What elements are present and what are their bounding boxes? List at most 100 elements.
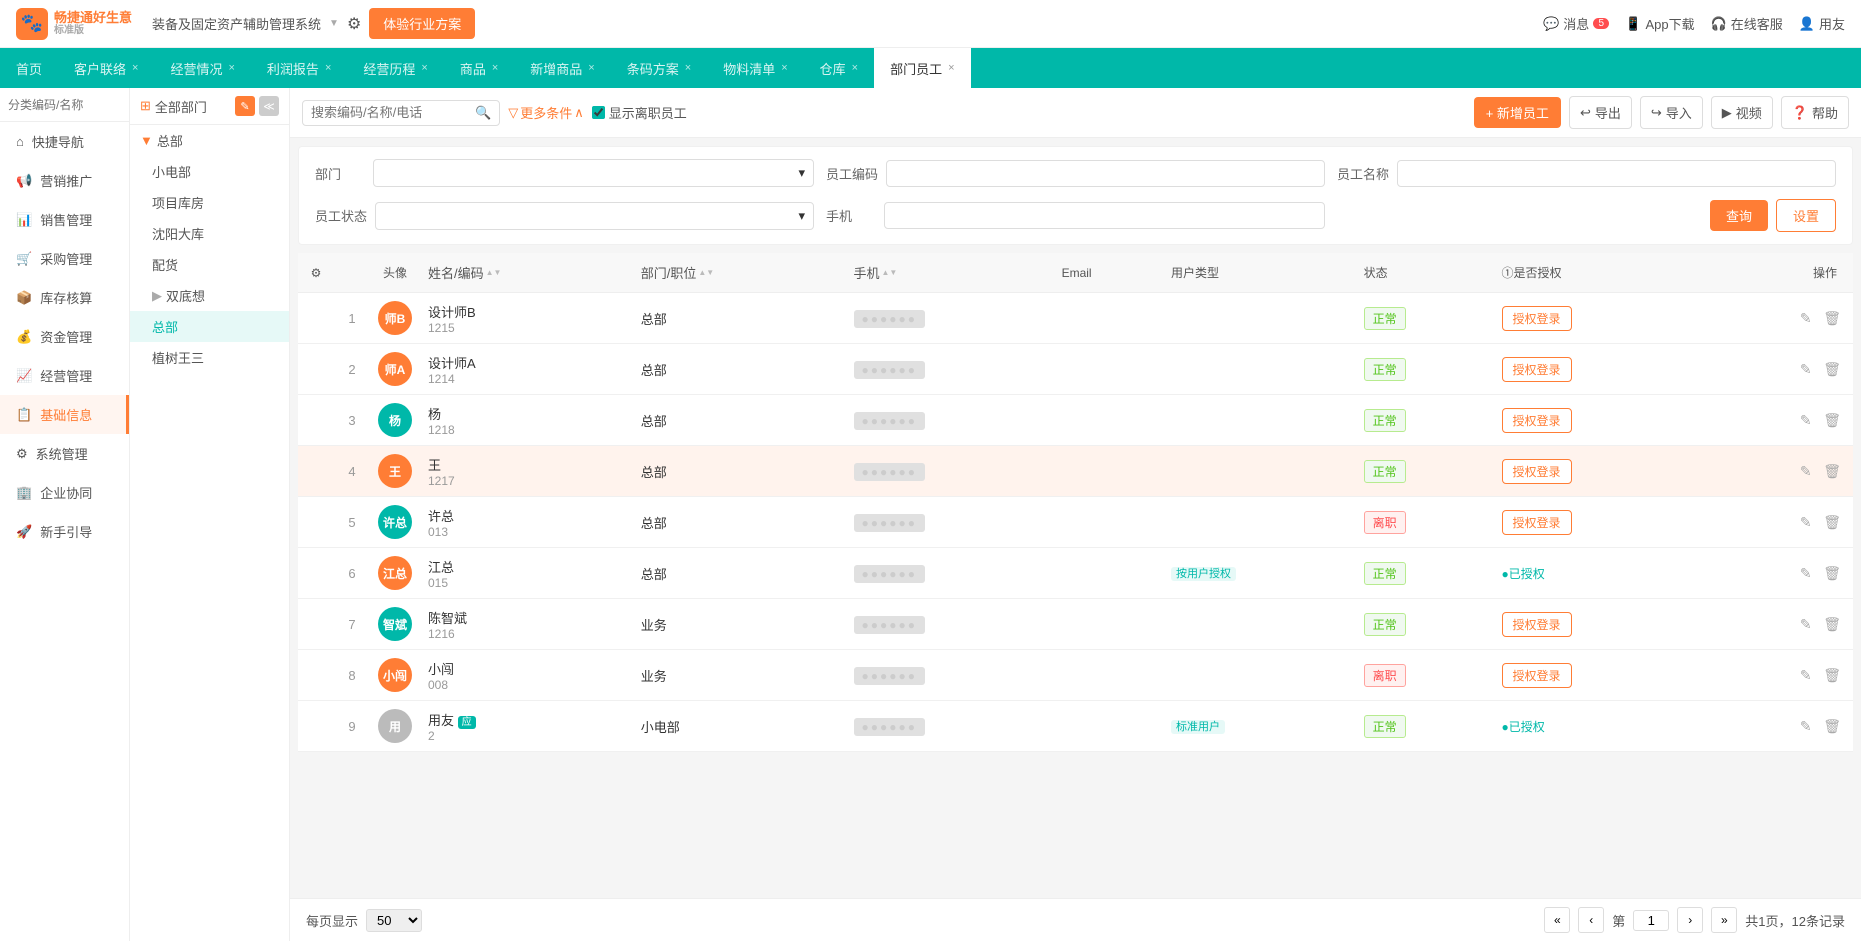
sidebar-item-quick[interactable]: ⌂快捷导航 xyxy=(0,122,129,161)
auth-login-btn[interactable]: 授权登录 xyxy=(1502,612,1572,637)
employee-search-input[interactable] xyxy=(311,105,471,120)
delete-btn[interactable]: 🗑 xyxy=(1819,614,1845,635)
tree-edit-btn[interactable]: ✎ xyxy=(235,96,255,116)
dept-sort[interactable]: 部门/职位 ▲▼ xyxy=(641,263,714,282)
sidebar-item-marketing[interactable]: 📢营销推广 xyxy=(0,161,129,200)
edit-btn[interactable]: ✎ xyxy=(1796,461,1816,482)
edit-btn[interactable]: ✎ xyxy=(1796,410,1816,431)
auth-login-btn[interactable]: 授权登录 xyxy=(1502,510,1572,535)
edit-btn[interactable]: ✎ xyxy=(1796,308,1816,329)
sidebar-item-sales[interactable]: 📊销售管理 xyxy=(0,200,129,239)
nav-tab-home[interactable]: 首页 xyxy=(0,48,58,88)
app-download-action[interactable]: 📱 App下载 xyxy=(1625,14,1694,33)
online-service-action[interactable]: 🎧 在线客服 xyxy=(1711,14,1783,33)
sidebar-item-inventory[interactable]: 📦库存核算 xyxy=(0,278,129,317)
add-employee-button[interactable]: + 新增员工 xyxy=(1474,97,1561,128)
sidebar-item-basic[interactable]: 📋基础信息 xyxy=(0,395,129,434)
col-dept[interactable]: 部门/职位 ▲▼ xyxy=(633,253,846,293)
import-button[interactable]: ↪ 导入 xyxy=(1640,96,1703,129)
nav-tab-goods[interactable]: 商品 × xyxy=(444,48,514,88)
delete-btn[interactable]: 🗑 xyxy=(1819,359,1845,380)
system-title-dropdown[interactable]: ▼ xyxy=(329,18,339,29)
close-icon[interactable]: × xyxy=(421,62,427,74)
more-filter-btn[interactable]: ▽ 更多条件 ∧ xyxy=(508,103,584,122)
prev-page-btn[interactable]: ‹ xyxy=(1578,907,1604,933)
query-button[interactable]: 查询 xyxy=(1710,200,1768,231)
nav-tab-profit[interactable]: 利润报告 × xyxy=(251,48,347,88)
emp-name-input[interactable] xyxy=(1397,160,1836,187)
tree-node-zb[interactable]: ▼ 总部 xyxy=(130,125,289,156)
emp-code-input[interactable] xyxy=(886,160,1325,187)
edit-btn[interactable]: ✎ xyxy=(1796,563,1816,584)
last-page-btn[interactable]: » xyxy=(1711,907,1737,933)
try-button[interactable]: 体验行业方案 xyxy=(369,8,475,39)
col-settings[interactable]: ⚙ xyxy=(298,253,334,293)
delete-btn[interactable]: 🗑 xyxy=(1819,512,1845,533)
tree-collapse-btn[interactable]: ≪ xyxy=(259,96,279,116)
nav-tab-customer[interactable]: 客户联络 × xyxy=(58,48,154,88)
page-size-select[interactable]: 50 100 xyxy=(366,909,422,932)
close-icon[interactable]: × xyxy=(685,62,691,74)
delete-btn[interactable]: 🗑 xyxy=(1819,716,1845,737)
edit-btn[interactable]: ✎ xyxy=(1796,614,1816,635)
phone-input[interactable] xyxy=(884,202,1325,229)
first-page-btn[interactable]: « xyxy=(1544,907,1570,933)
close-icon[interactable]: × xyxy=(325,62,331,74)
close-icon[interactable]: × xyxy=(781,62,787,74)
page-input[interactable] xyxy=(1633,910,1669,931)
edit-btn[interactable]: ✎ xyxy=(1796,512,1816,533)
close-icon[interactable]: × xyxy=(492,62,498,74)
edit-btn[interactable]: ✎ xyxy=(1796,716,1816,737)
nav-tab-staff[interactable]: 部门员工 × xyxy=(874,48,970,88)
sidebar-item-guide[interactable]: 🚀新手引导 xyxy=(0,512,129,551)
edit-btn[interactable]: ✎ xyxy=(1796,665,1816,686)
nav-tab-bom[interactable]: 物料清单 × xyxy=(707,48,803,88)
tree-node-sdx[interactable]: ▶ 双底想 xyxy=(130,280,289,311)
tree-node-xmkf[interactable]: 项目库房 xyxy=(130,187,289,218)
phone-sort[interactable]: 手机 ▲▼ xyxy=(854,263,898,282)
col-name[interactable]: 姓名/编码 ▲▼ xyxy=(420,253,633,293)
close-icon[interactable]: × xyxy=(948,62,954,74)
delete-btn[interactable]: 🗑 xyxy=(1819,461,1845,482)
close-icon[interactable]: × xyxy=(588,62,594,74)
col-phone[interactable]: 手机 ▲▼ xyxy=(846,253,1054,293)
delete-btn[interactable]: 🗑 xyxy=(1819,410,1845,431)
dept-select[interactable]: ▾ xyxy=(373,159,814,187)
gear-button[interactable]: ⚙ xyxy=(347,14,361,34)
sidebar-item-purchase[interactable]: 🛒采购管理 xyxy=(0,239,129,278)
sidebar-search-input[interactable] xyxy=(8,98,130,112)
delete-btn[interactable]: 🗑 xyxy=(1819,308,1845,329)
edit-btn[interactable]: ✎ xyxy=(1796,359,1816,380)
tree-node-zb2[interactable]: 总部 xyxy=(130,311,289,342)
auth-login-btn[interactable]: 授权登录 xyxy=(1502,306,1572,331)
sidebar-item-corp[interactable]: 🏢企业协同 xyxy=(0,473,129,512)
close-icon[interactable]: × xyxy=(852,62,858,74)
nav-tab-history[interactable]: 经营历程 × xyxy=(347,48,443,88)
status-select[interactable]: ▾ xyxy=(375,202,814,230)
sidebar-item-finance[interactable]: 💰资金管理 xyxy=(0,317,129,356)
sidebar-item-system[interactable]: ⚙系统管理 xyxy=(0,434,129,473)
sidebar-item-ops[interactable]: 📈经营管理 xyxy=(0,356,129,395)
auth-login-btn[interactable]: 授权登录 xyxy=(1502,408,1572,433)
delete-btn[interactable]: 🗑 xyxy=(1819,563,1845,584)
nav-tab-warehouse[interactable]: 仓库 × xyxy=(804,48,874,88)
close-icon[interactable]: × xyxy=(132,62,138,74)
nav-tab-barcode[interactable]: 条码方案 × xyxy=(611,48,707,88)
nav-tab-new-goods[interactable]: 新增商品 × xyxy=(514,48,610,88)
tree-node-sydk[interactable]: 沈阳大库 xyxy=(130,218,289,249)
name-sort[interactable]: 姓名/编码 ▲▼ xyxy=(428,263,501,282)
tree-node-zsws[interactable]: 植树王三 xyxy=(130,342,289,373)
show-resign-checkbox[interactable] xyxy=(592,106,605,119)
set-button[interactable]: 设置 xyxy=(1776,199,1836,232)
nav-tab-operations[interactable]: 经营情况 × xyxy=(154,48,250,88)
tree-node-xdb[interactable]: 小电部 xyxy=(130,156,289,187)
delete-btn[interactable]: 🗑 xyxy=(1819,665,1845,686)
next-page-btn[interactable]: › xyxy=(1677,907,1703,933)
help-button[interactable]: ❓ 帮助 xyxy=(1781,96,1849,129)
message-action[interactable]: 💬 消息 5 xyxy=(1543,14,1609,33)
close-icon[interactable]: × xyxy=(228,62,234,74)
view-button[interactable]: ▶ 视频 xyxy=(1711,96,1773,129)
auth-login-btn[interactable]: 授权登录 xyxy=(1502,459,1572,484)
auth-login-btn[interactable]: 授权登录 xyxy=(1502,663,1572,688)
tree-node-ph[interactable]: 配货 xyxy=(130,249,289,280)
